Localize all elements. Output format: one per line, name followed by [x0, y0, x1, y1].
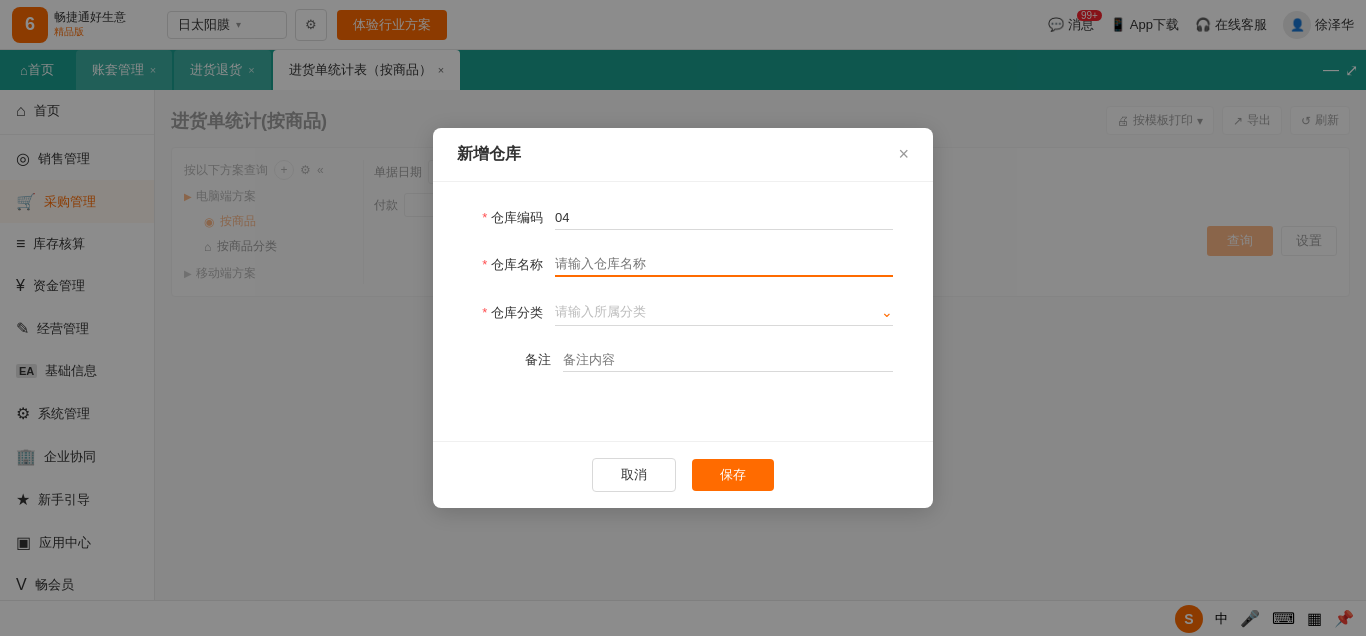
save-button[interactable]: 保存	[692, 459, 774, 491]
form-row-note: 备注	[473, 348, 893, 372]
dialog-body: 仓库编码 仓库名称 仓库分类 请输入所属分类 ⌄ 备注	[433, 182, 933, 441]
form-row-name: 仓库名称	[473, 252, 893, 277]
form-row-category: 仓库分类 请输入所属分类 ⌄	[473, 299, 893, 326]
dialog-footer: 取消 保存	[433, 441, 933, 508]
form-row-code: 仓库编码	[473, 206, 893, 230]
dialog-add-warehouse: 新增仓库 × 仓库编码 仓库名称 仓库分类 请输入所属分类 ⌄	[433, 128, 933, 508]
category-chevron-icon: ⌄	[881, 304, 893, 320]
category-select[interactable]: 请输入所属分类 ⌄	[555, 299, 893, 326]
dialog-header: 新增仓库 ×	[433, 128, 933, 182]
category-placeholder: 请输入所属分类	[555, 303, 646, 321]
name-label: 仓库名称	[473, 256, 543, 274]
modal-overlay: 新增仓库 × 仓库编码 仓库名称 仓库分类 请输入所属分类 ⌄	[0, 0, 1366, 636]
dialog-close-button[interactable]: ×	[898, 144, 909, 165]
dialog-title: 新增仓库	[457, 144, 521, 165]
code-input[interactable]	[555, 206, 893, 230]
name-input[interactable]	[555, 252, 893, 277]
cancel-button[interactable]: 取消	[592, 458, 676, 492]
note-label: 备注	[481, 351, 551, 369]
category-label: 仓库分类	[473, 304, 543, 322]
code-label: 仓库编码	[473, 209, 543, 227]
note-input[interactable]	[563, 348, 893, 372]
